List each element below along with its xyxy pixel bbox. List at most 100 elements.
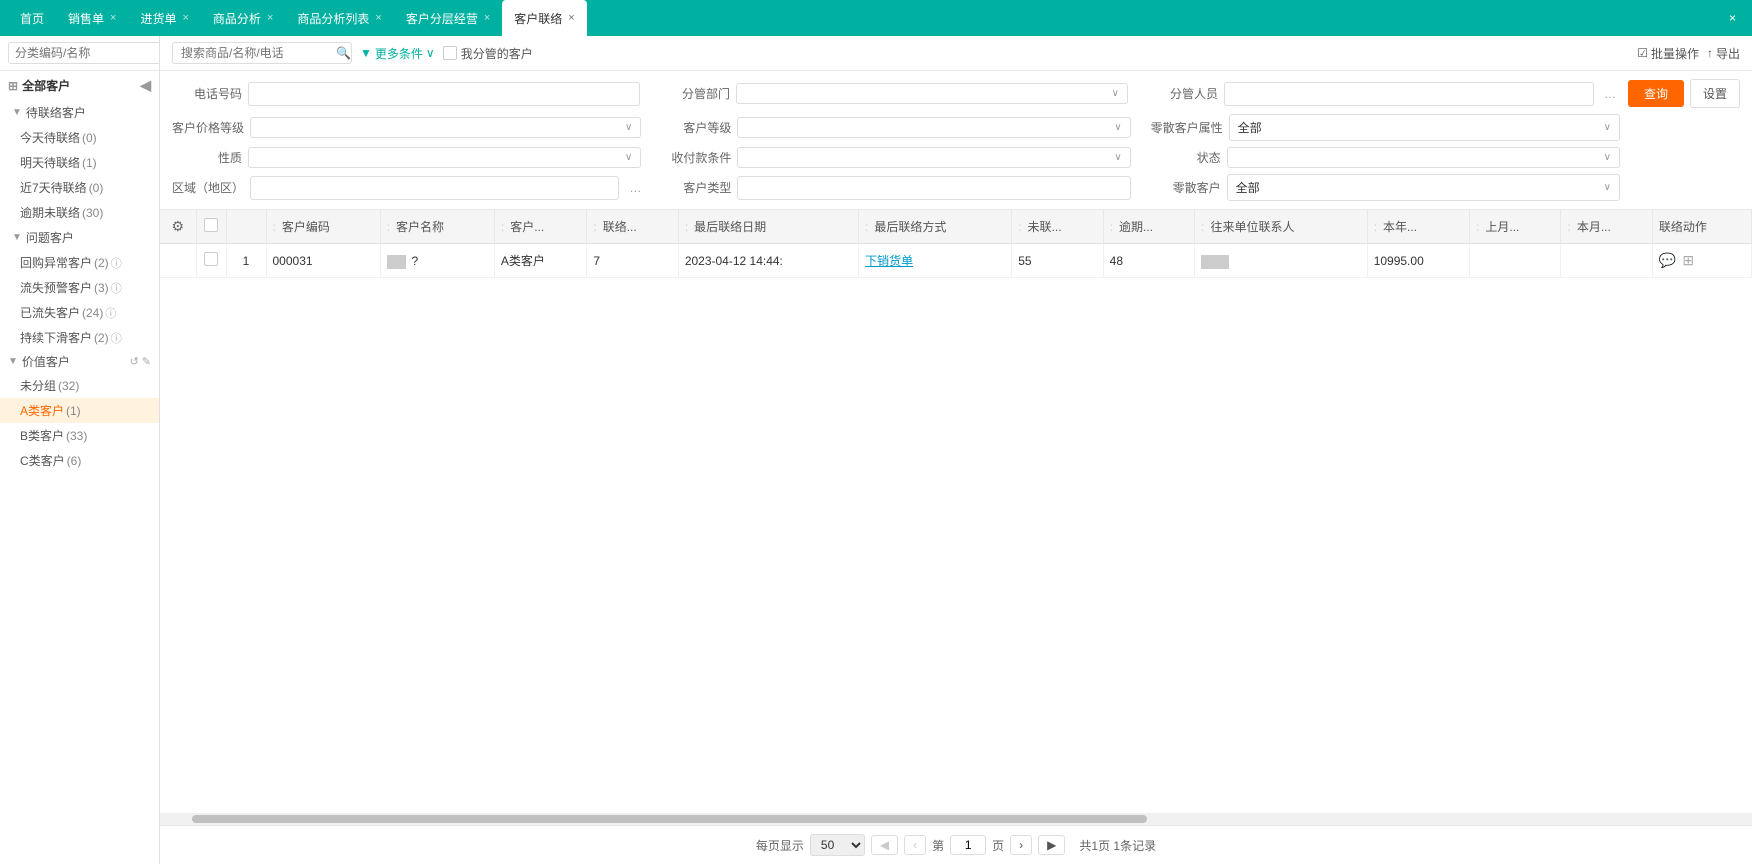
col-name-header[interactable]: : 客户名称 (380, 210, 494, 244)
sidebar-item-b-class[interactable]: B类客户 (33) (0, 423, 159, 448)
retail-attr-select[interactable]: 全部 ∨ (1229, 114, 1620, 141)
refresh-icon[interactable]: ↺ (130, 355, 139, 368)
nav-tab-goods-list[interactable]: 商品分析列表 × (285, 0, 393, 36)
toolbar-right: ☑ 批量操作 ↑ 导出 (1637, 45, 1740, 62)
nav-tab-home[interactable]: 首页 (8, 0, 56, 36)
nature-select[interactable]: ∨ (248, 147, 641, 168)
close-icon[interactable]: × (568, 12, 574, 24)
chevron-down-icon: ∨ (625, 122, 632, 133)
sidebar-item-overdue[interactable]: 逾期未联络 (30) (0, 200, 159, 225)
customer-level-select[interactable]: ∨ (737, 117, 1130, 138)
sidebar-item-repeat-abnormal[interactable]: 回购异常客户 (2) ⓘ (0, 250, 159, 275)
col-sep: : (1374, 220, 1377, 234)
close-icon[interactable]: × (110, 12, 116, 24)
price-level-select[interactable]: ∨ (250, 117, 641, 138)
chevron-down-icon: ∨ (625, 152, 632, 163)
retail-customer-select[interactable]: 全部 ∨ (1227, 174, 1620, 201)
sidebar-problem-customers[interactable]: ▼ 问题客户 (0, 225, 159, 250)
sidebar-item-today[interactable]: 今天待联络 (0) (0, 125, 159, 150)
status-select[interactable]: ∨ (1227, 147, 1620, 168)
chat-icon[interactable]: 💬 (1659, 252, 1676, 269)
sidebar-item-churn-warning[interactable]: 流失预警客户 (3) ⓘ (0, 275, 159, 300)
col-this-month-header[interactable]: : 本月... (1561, 210, 1652, 244)
last-contact-method-link[interactable]: 下销货单 (865, 254, 913, 268)
more-filter-button[interactable]: ▼ 更多条件 ∨ (360, 45, 435, 62)
col-sep: : (1110, 220, 1113, 234)
sidebar-item-c-class[interactable]: C类客户 (6) (0, 448, 159, 473)
col-sep: : (1476, 220, 1479, 234)
horizontal-scrollbar[interactable] (160, 813, 1752, 825)
nav-tab-customer-contact[interactable]: 客户联络 × (502, 0, 586, 36)
row-code-cell: 000031 (266, 244, 380, 278)
sidebar-search-input[interactable] (8, 42, 160, 64)
sidebar-item-7days[interactable]: 近7天待联络 (0) (0, 175, 159, 200)
edit-icon[interactable]: ✎ (142, 355, 151, 368)
col-contact-header[interactable]: : 联络... (587, 210, 678, 244)
collapse-icon[interactable]: ◀ (140, 77, 151, 94)
next-page-button[interactable]: › (1010, 835, 1032, 855)
my-customer-checkbox-area[interactable]: 我分管的客户 (443, 45, 533, 62)
manager-input[interactable] (1224, 82, 1594, 106)
sidebar-item-tomorrow[interactable]: 明天待联络 (1) (0, 150, 159, 175)
col-this-year-header[interactable]: : 本年... (1367, 210, 1469, 244)
select-all-checkbox[interactable] (204, 218, 218, 232)
nav-tab-goods-analysis[interactable]: 商品分析 × (201, 0, 285, 36)
page-number-input[interactable] (950, 835, 986, 855)
col-sep: : (1201, 220, 1204, 234)
filter-icon: ▼ (360, 46, 372, 60)
search-icon[interactable]: 🔍 (336, 46, 351, 60)
phone-input[interactable] (248, 82, 640, 106)
row-checkbox[interactable] (204, 252, 218, 266)
sidebar-item-declining[interactable]: 持续下滑客户 (2) ⓘ (0, 325, 159, 350)
sidebar-pending-contact[interactable]: ▼ 待联络客户 (0, 100, 159, 125)
batch-op-button[interactable]: ☑ 批量操作 (1637, 45, 1699, 62)
sidebar-value-customers[interactable]: ▼ 价值客户 ↺ ✎ (0, 350, 159, 373)
page-size-select[interactable]: 50 100 200 (810, 834, 865, 856)
chevron-down-icon: ∨ (1604, 122, 1611, 133)
nav-tab-customer-segment[interactable]: 客户分层经营 × (394, 0, 502, 36)
col-last-method-header[interactable]: : 最后联络方式 (859, 210, 1012, 244)
close-icon[interactable]: × (375, 12, 381, 24)
filter-search-input[interactable] (181, 46, 336, 60)
export-button[interactable]: ↑ 导出 (1707, 45, 1740, 62)
qr-icon[interactable]: ⊞ (1682, 252, 1694, 269)
filter-phone: 电话号码 (172, 82, 640, 106)
customer-type-input[interactable] (737, 176, 1130, 200)
dept-select[interactable]: ∨ (736, 83, 1128, 104)
more-options-icon[interactable]: … (1604, 87, 1616, 101)
col-check-header (196, 210, 226, 244)
setting-button[interactable]: 设置 (1690, 79, 1740, 108)
close-icon[interactable]: × (484, 12, 490, 24)
sidebar-all-customers[interactable]: ⊞ 全部客户 ◀ (0, 71, 159, 100)
sidebar-item-a-class[interactable]: A类客户 (1) (0, 398, 159, 423)
more-options-icon[interactable]: … (629, 181, 641, 195)
nav-tab-sales[interactable]: 销售单 × (56, 0, 128, 36)
close-all-button[interactable]: × (1721, 9, 1744, 27)
sidebar-item-unclassified[interactable]: 未分组 (32) (0, 373, 159, 398)
col-last-month-header[interactable]: : 上月... (1470, 210, 1561, 244)
sidebar-item-churned[interactable]: 已流失客户 (24) ⓘ (0, 300, 159, 325)
col-no-contact-header[interactable]: : 未联... (1012, 210, 1103, 244)
region-input[interactable] (250, 176, 619, 200)
prev-page-button[interactable]: ‹ (904, 835, 926, 855)
col-last-date-header[interactable]: : 最后联络日期 (678, 210, 858, 244)
table-container: ⚙ : 客户编码 (160, 210, 1752, 813)
col-type-header[interactable]: : 客户... (494, 210, 587, 244)
query-button[interactable]: 查询 (1628, 80, 1684, 107)
close-icon[interactable]: × (182, 12, 188, 24)
payment-select[interactable]: ∨ (737, 147, 1130, 168)
name-block: Ea (387, 255, 406, 269)
first-page-button[interactable]: ◀ (871, 835, 898, 855)
gear-icon[interactable]: ⚙ (171, 218, 184, 234)
col-code-header[interactable]: : 客户编码 (266, 210, 380, 244)
action-icons: 💬 ⊞ (1659, 252, 1745, 269)
nav-tab-purchase[interactable]: 进货单 × (128, 0, 200, 36)
scrollbar-thumb[interactable] (192, 815, 1147, 823)
last-page-button[interactable]: ▶ (1038, 835, 1065, 855)
filter-region: 区域（地区） … (172, 176, 641, 200)
my-customer-checkbox[interactable] (443, 46, 457, 60)
col-unit-contact-header[interactable]: : 往来单位联系人 (1195, 210, 1368, 244)
col-overdue-header[interactable]: : 逾期... (1103, 210, 1194, 244)
close-icon[interactable]: × (267, 12, 273, 24)
col-sep: : (865, 220, 868, 234)
